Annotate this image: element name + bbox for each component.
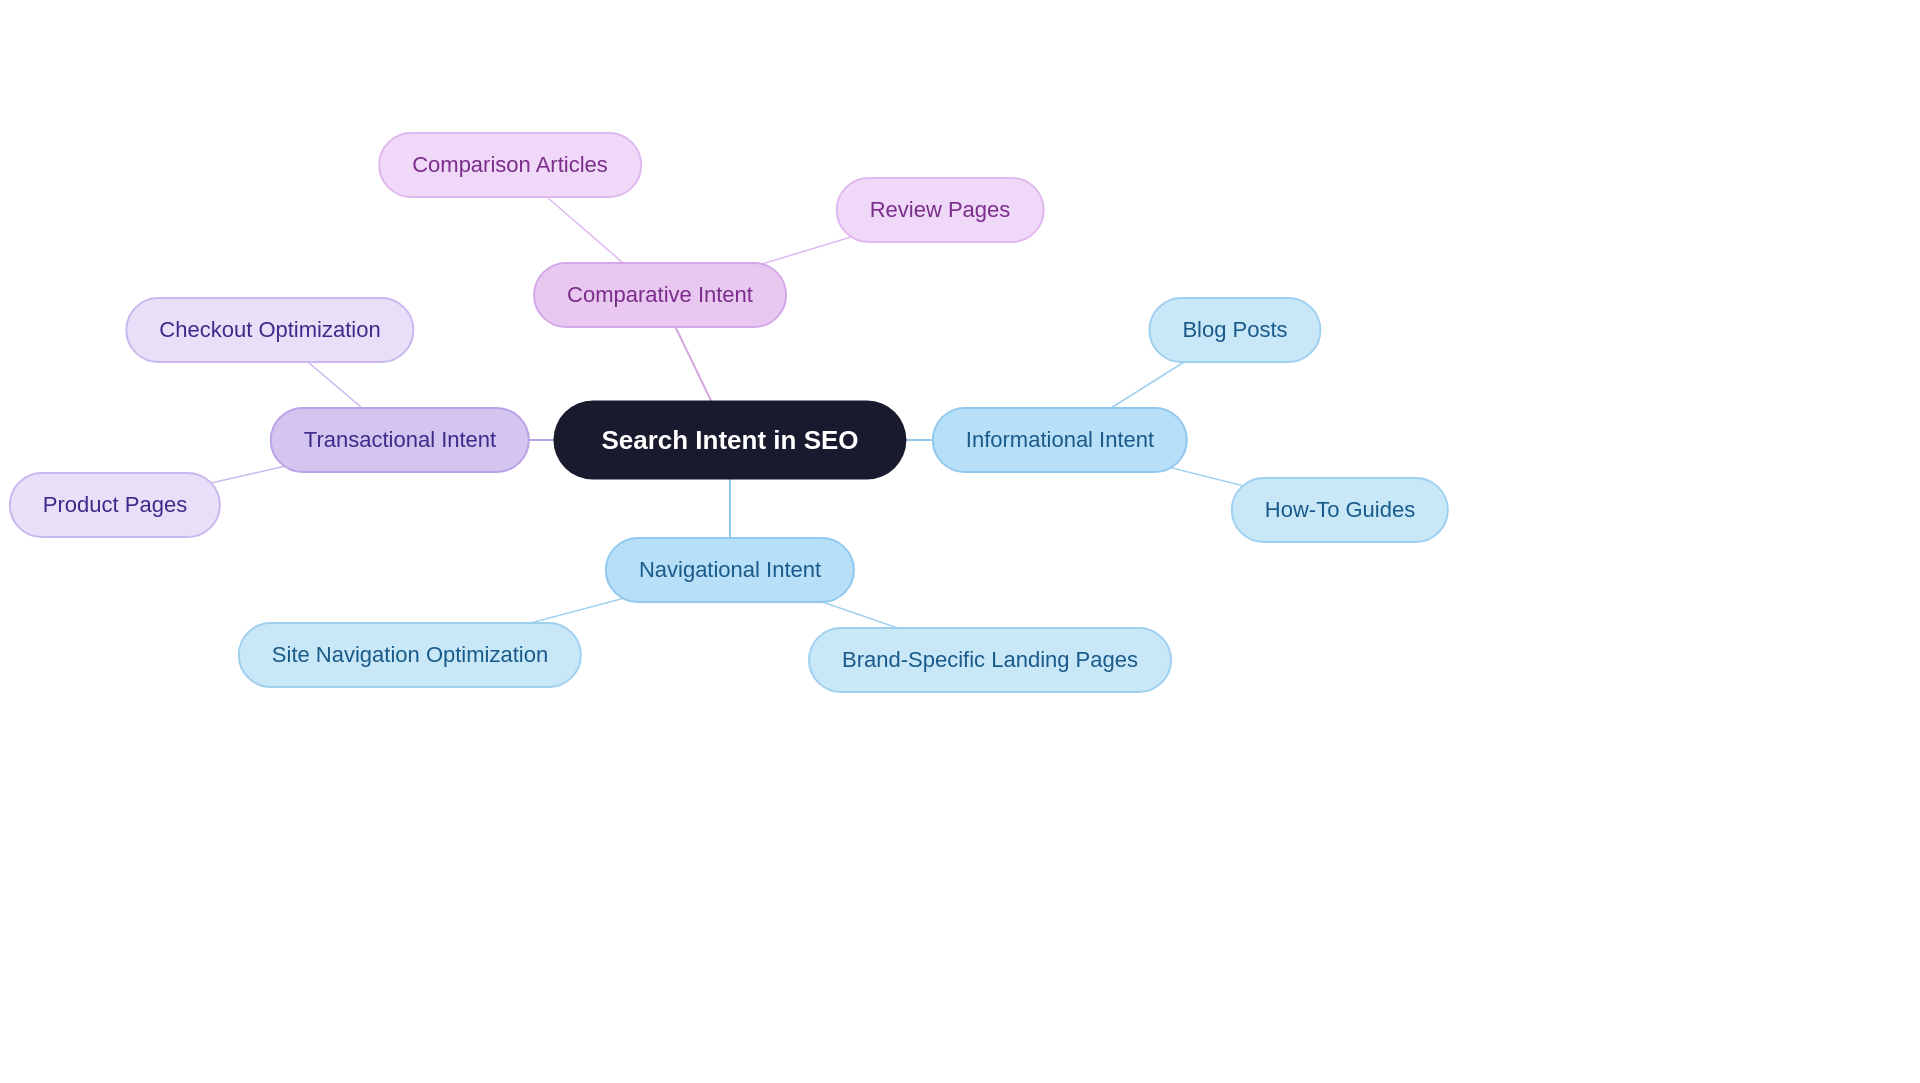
- comparison-articles-label: Comparison Articles: [412, 152, 608, 178]
- review-pages-label: Review Pages: [870, 197, 1011, 223]
- navigational-label: Navigational Intent: [639, 557, 821, 583]
- site-nav-node: Site Navigation Optimization: [238, 622, 582, 688]
- brand-landing-label: Brand-Specific Landing Pages: [842, 647, 1138, 673]
- informational-node: Informational Intent: [932, 407, 1188, 473]
- howto-guides-label: How-To Guides: [1265, 497, 1415, 523]
- review-pages-node: Review Pages: [836, 177, 1045, 243]
- site-nav-label: Site Navigation Optimization: [272, 642, 548, 668]
- howto-guides-node: How-To Guides: [1231, 477, 1449, 543]
- informational-label: Informational Intent: [966, 427, 1154, 453]
- product-label: Product Pages: [43, 492, 187, 518]
- brand-landing-node: Brand-Specific Landing Pages: [808, 627, 1172, 693]
- blog-posts-node: Blog Posts: [1148, 297, 1321, 363]
- checkout-node: Checkout Optimization: [125, 297, 414, 363]
- blog-posts-label: Blog Posts: [1182, 317, 1287, 343]
- comparison-articles-node: Comparison Articles: [378, 132, 642, 198]
- product-node: Product Pages: [9, 472, 221, 538]
- comparative-label: Comparative Intent: [567, 282, 753, 308]
- comparative-node: Comparative Intent: [533, 262, 787, 328]
- center-label: Search Intent in SEO: [601, 425, 858, 456]
- center-node: Search Intent in SEO: [553, 401, 906, 480]
- mindmap-container: Search Intent in SEO Transactional Inten…: [0, 0, 1920, 1083]
- checkout-label: Checkout Optimization: [159, 317, 380, 343]
- transactional-node: Transactional Intent: [270, 407, 530, 473]
- connections-svg: [0, 0, 1920, 1083]
- transactional-label: Transactional Intent: [304, 427, 496, 453]
- navigational-node: Navigational Intent: [605, 537, 855, 603]
